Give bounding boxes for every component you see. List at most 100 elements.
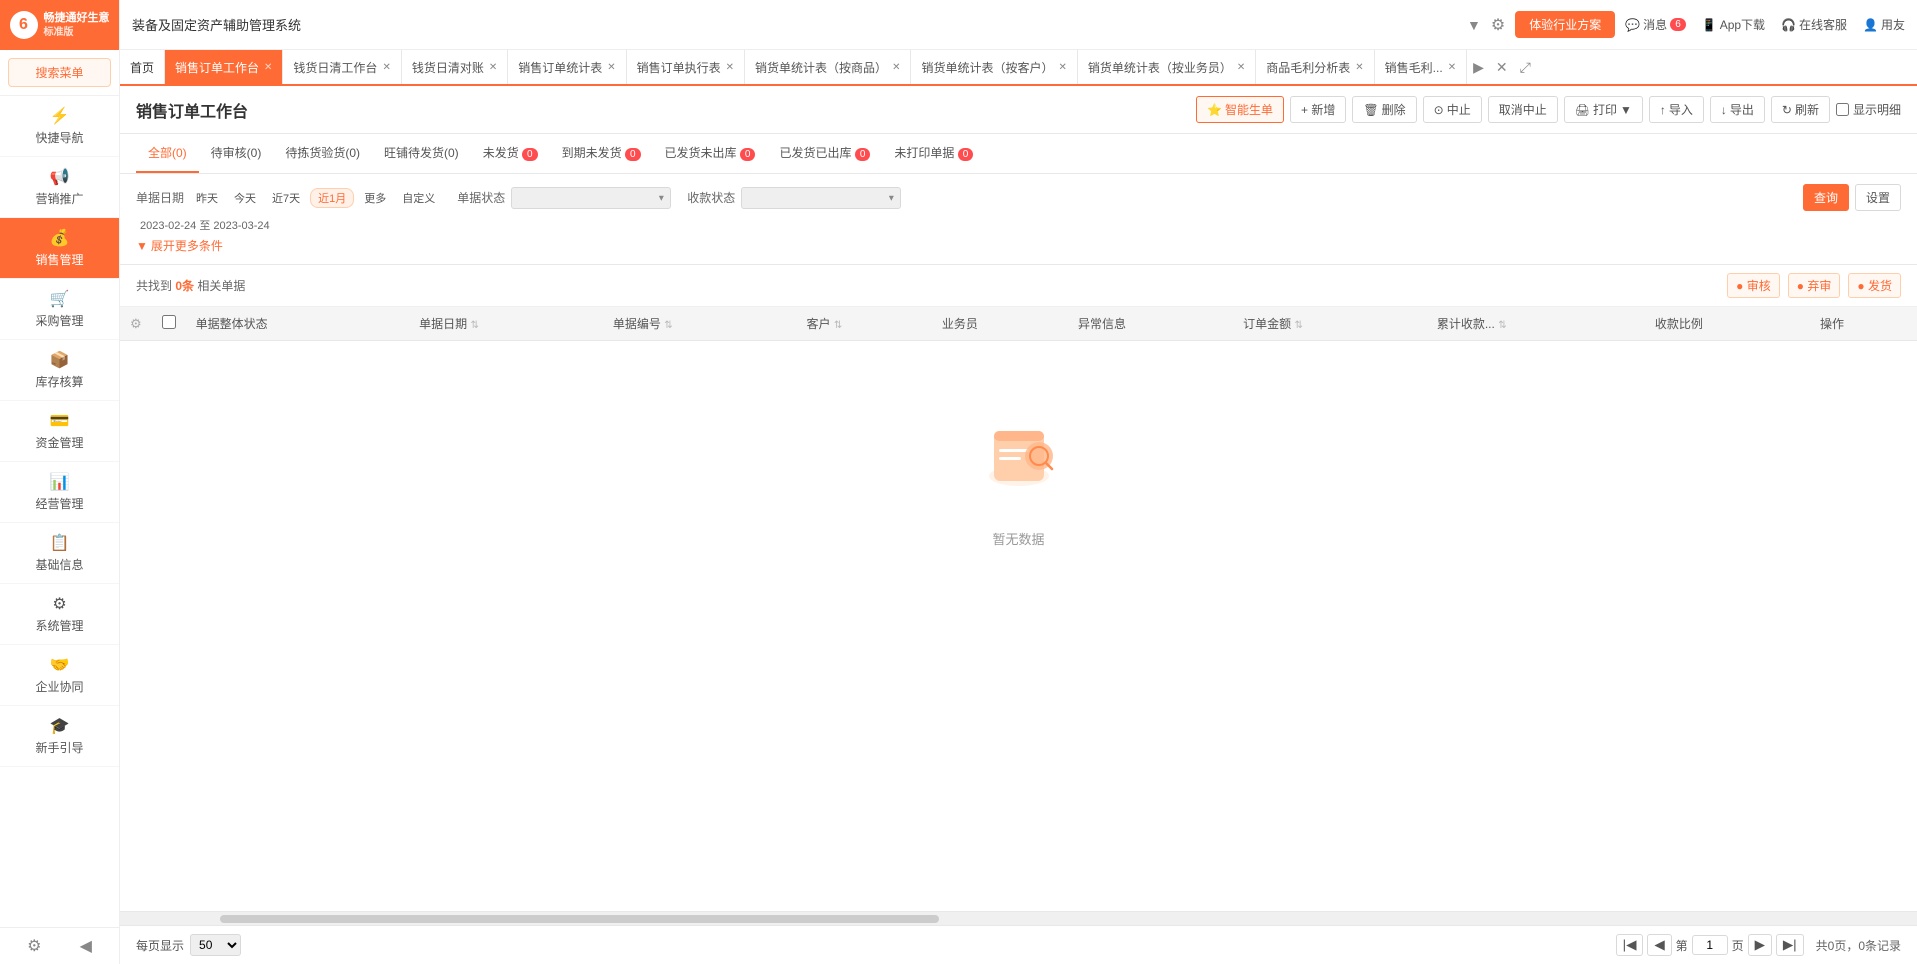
close-tab-icon[interactable]: ✕ xyxy=(382,62,390,73)
status-select[interactable] xyxy=(511,187,671,209)
sidebar-item-sales[interactable]: 💰 销售管理 xyxy=(0,218,119,279)
tab-sales-stat-prod[interactable]: 销货单统计表（按商品） ✕ xyxy=(745,50,911,85)
collapse-sidebar-button[interactable]: ◀ xyxy=(80,936,92,956)
reject-button[interactable]: ● 弃审 xyxy=(1788,273,1841,298)
industry-solution-button[interactable]: 体验行业方案 xyxy=(1515,11,1615,38)
tab-restore-button[interactable]: ⤢ xyxy=(1514,50,1537,85)
close-tab-icon[interactable]: ✕ xyxy=(264,62,272,73)
show-detail-checkbox[interactable] xyxy=(1836,103,1849,116)
date-btn-today[interactable]: 今天 xyxy=(228,188,262,208)
tab-sales-workbench[interactable]: 销售订单工作台 ✕ xyxy=(165,50,283,85)
stop-button[interactable]: ⊙ 中止 xyxy=(1423,96,1482,123)
close-tab-icon[interactable]: ✕ xyxy=(489,62,497,73)
filter-tab-pending-audit[interactable]: 待审核(0) xyxy=(199,134,274,173)
online-service-button[interactable]: 🎧 在线客服 xyxy=(1781,16,1847,33)
last-page-button[interactable]: ▶| xyxy=(1776,934,1804,956)
sidebar-item-purchase[interactable]: 🛒 采购管理 xyxy=(0,279,119,340)
column-settings-icon[interactable]: ⚙ xyxy=(130,316,142,331)
filter-tab-shipped-not-out[interactable]: 已发货未出库 0 xyxy=(653,134,768,173)
payment-select[interactable] xyxy=(741,187,901,209)
sidebar-item-system[interactable]: ⚙ 系统管理 xyxy=(0,584,119,645)
show-detail-label[interactable]: 显示明细 xyxy=(1836,101,1901,118)
filter-tab-all[interactable]: 全部(0) xyxy=(136,134,199,173)
messages-button[interactable]: 💬 消息 6 xyxy=(1625,16,1686,33)
search-button[interactable]: 查询 xyxy=(1803,184,1849,211)
filter-tab-wangpu-ship[interactable]: 旺铺待发货(0) xyxy=(372,134,471,173)
gear-icon[interactable]: ⚙ xyxy=(1491,15,1505,35)
next-page-button[interactable]: ▶ xyxy=(1748,934,1772,956)
per-page-select[interactable]: 10 20 50 100 xyxy=(190,934,241,956)
sidebar-item-operations[interactable]: 📊 经营管理 xyxy=(0,462,119,523)
close-tab-icon[interactable]: ✕ xyxy=(1355,62,1363,73)
date-btn-more[interactable]: 更多 xyxy=(358,188,392,208)
app-download-button[interactable]: 📱 App下载 xyxy=(1702,16,1765,33)
close-tab-icon[interactable]: ✕ xyxy=(892,62,900,73)
date-btn-7days[interactable]: 近7天 xyxy=(266,188,306,208)
close-tab-icon[interactable]: ✕ xyxy=(726,62,734,73)
close-tab-icon[interactable]: ✕ xyxy=(1058,62,1066,73)
sort-amount-icon[interactable]: ⇅ xyxy=(1295,320,1303,331)
sidebar-item-guide[interactable]: 🎓 新手引导 xyxy=(0,706,119,767)
filter-tab-shipped-out[interactable]: 已发货已出库 0 xyxy=(767,134,882,173)
sidebar-item-marketing[interactable]: 📢 营销推广 xyxy=(0,157,119,218)
settings-bottom-button[interactable]: ⚙ xyxy=(27,936,41,956)
horizontal-scrollbar[interactable] xyxy=(120,911,1917,925)
pagination: 每页显示 10 20 50 100 |◀ ◀ 第 页 ▶ ▶| xyxy=(120,925,1917,964)
first-page-button[interactable]: |◀ xyxy=(1616,934,1644,956)
close-tab-icon[interactable]: ✕ xyxy=(607,62,615,73)
sidebar-item-base[interactable]: 📋 基础信息 xyxy=(0,523,119,584)
tab-sales-extra[interactable]: 销售毛利... ✕ xyxy=(1375,50,1467,85)
date-field: 单据日期 昨天 今天 近7天 近1月 更多 自定义 xyxy=(136,188,441,208)
print-button[interactable]: 🖨 打印 ▼ xyxy=(1564,96,1643,123)
sidebar-item-finance[interactable]: 💳 资金管理 xyxy=(0,401,119,462)
smart-create-button[interactable]: ⭐ 智能生单 xyxy=(1196,96,1284,123)
close-tab-icon[interactable]: ✕ xyxy=(1448,62,1456,73)
tab-scroll-right-button[interactable]: ▶ xyxy=(1467,50,1490,85)
filter-tab-not-printed[interactable]: 未打印单据 0 xyxy=(882,134,985,173)
tab-cash-reconcile[interactable]: 钱货日清对账 ✕ xyxy=(402,50,508,85)
sort-number-icon[interactable]: ⇅ xyxy=(664,320,672,331)
tab-sales-stat[interactable]: 销售订单统计表 ✕ xyxy=(508,50,626,85)
user-avatar-button[interactable]: 👤 用友 xyxy=(1863,16,1905,33)
sidebar-item-inventory[interactable]: 📦 库存核算 xyxy=(0,340,119,401)
expand-more-button[interactable]: ▼ 展开更多条件 xyxy=(136,237,1901,254)
sidebar-item-quick-nav[interactable]: ⚡ 快捷导航 xyxy=(0,96,119,157)
import-button[interactable]: ↑ 导入 xyxy=(1649,96,1704,123)
tab-sales-stat-staff[interactable]: 销货单统计表（按业务员） ✕ xyxy=(1078,50,1256,85)
date-btn-1month[interactable]: 近1月 xyxy=(310,188,354,208)
sidebar-item-enterprise[interactable]: 🤝 企业协同 xyxy=(0,645,119,706)
tab-gross-margin[interactable]: 商品毛利分析表 ✕ xyxy=(1256,50,1374,85)
sort-received-icon[interactable]: ⇅ xyxy=(1498,320,1506,331)
ship-button[interactable]: ● 发货 xyxy=(1848,273,1901,298)
sort-date-icon[interactable]: ⇅ xyxy=(471,320,479,331)
settings-search-button[interactable]: 设置 xyxy=(1855,184,1901,211)
sort-customer-icon[interactable]: ⇅ xyxy=(834,320,842,331)
sidebar-item-label: 快捷导航 xyxy=(35,129,83,146)
export-button[interactable]: ↓ 导出 xyxy=(1710,96,1765,123)
date-btn-custom[interactable]: 自定义 xyxy=(396,188,441,208)
sidebar-search-button[interactable]: 搜索菜单 xyxy=(8,58,111,87)
dropdown-arrow-button[interactable]: ▼ xyxy=(1467,17,1481,33)
cancel-stop-button[interactable]: 取消中止 xyxy=(1488,96,1558,123)
user-label: 用友 xyxy=(1881,16,1905,33)
tab-cash-daily[interactable]: 钱货日清工作台 ✕ xyxy=(283,50,401,85)
main-area: 装备及固定资产辅助管理系统 ▼ ⚙ 体验行业方案 💬 消息 6 📱 App下载 … xyxy=(120,0,1917,964)
audit-button[interactable]: ● 审核 xyxy=(1727,273,1780,298)
tab-sales-stat-cust[interactable]: 销货单统计表（按客户） ✕ xyxy=(911,50,1077,85)
filter-tab-overdue-ship[interactable]: 到期未发货 0 xyxy=(550,134,653,173)
delete-button[interactable]: 🗑 删除 xyxy=(1352,96,1416,123)
page-number-input[interactable] xyxy=(1692,935,1728,955)
prev-page-button[interactable]: ◀ xyxy=(1647,934,1671,956)
close-tab-icon[interactable]: ✕ xyxy=(1237,62,1245,73)
scrollbar-thumb[interactable] xyxy=(220,915,939,923)
tab-close-all-button[interactable]: ✕ xyxy=(1490,50,1514,85)
date-btn-yesterday[interactable]: 昨天 xyxy=(190,188,224,208)
select-all-checkbox[interactable] xyxy=(162,315,176,329)
refresh-button[interactable]: ↻ 刷新 xyxy=(1771,96,1830,123)
filter-tab-not-shipped[interactable]: 未发货 0 xyxy=(471,134,550,173)
tab-sales-exec[interactable]: 销售订单执行表 ✕ xyxy=(627,50,745,85)
tab-label: 销货单统计表（按业务员） xyxy=(1088,59,1232,76)
add-button[interactable]: + 新增 xyxy=(1290,96,1346,123)
tab-home[interactable]: 首页 xyxy=(120,50,165,85)
filter-tab-pending-inspect[interactable]: 待拣货验货(0) xyxy=(273,134,372,173)
